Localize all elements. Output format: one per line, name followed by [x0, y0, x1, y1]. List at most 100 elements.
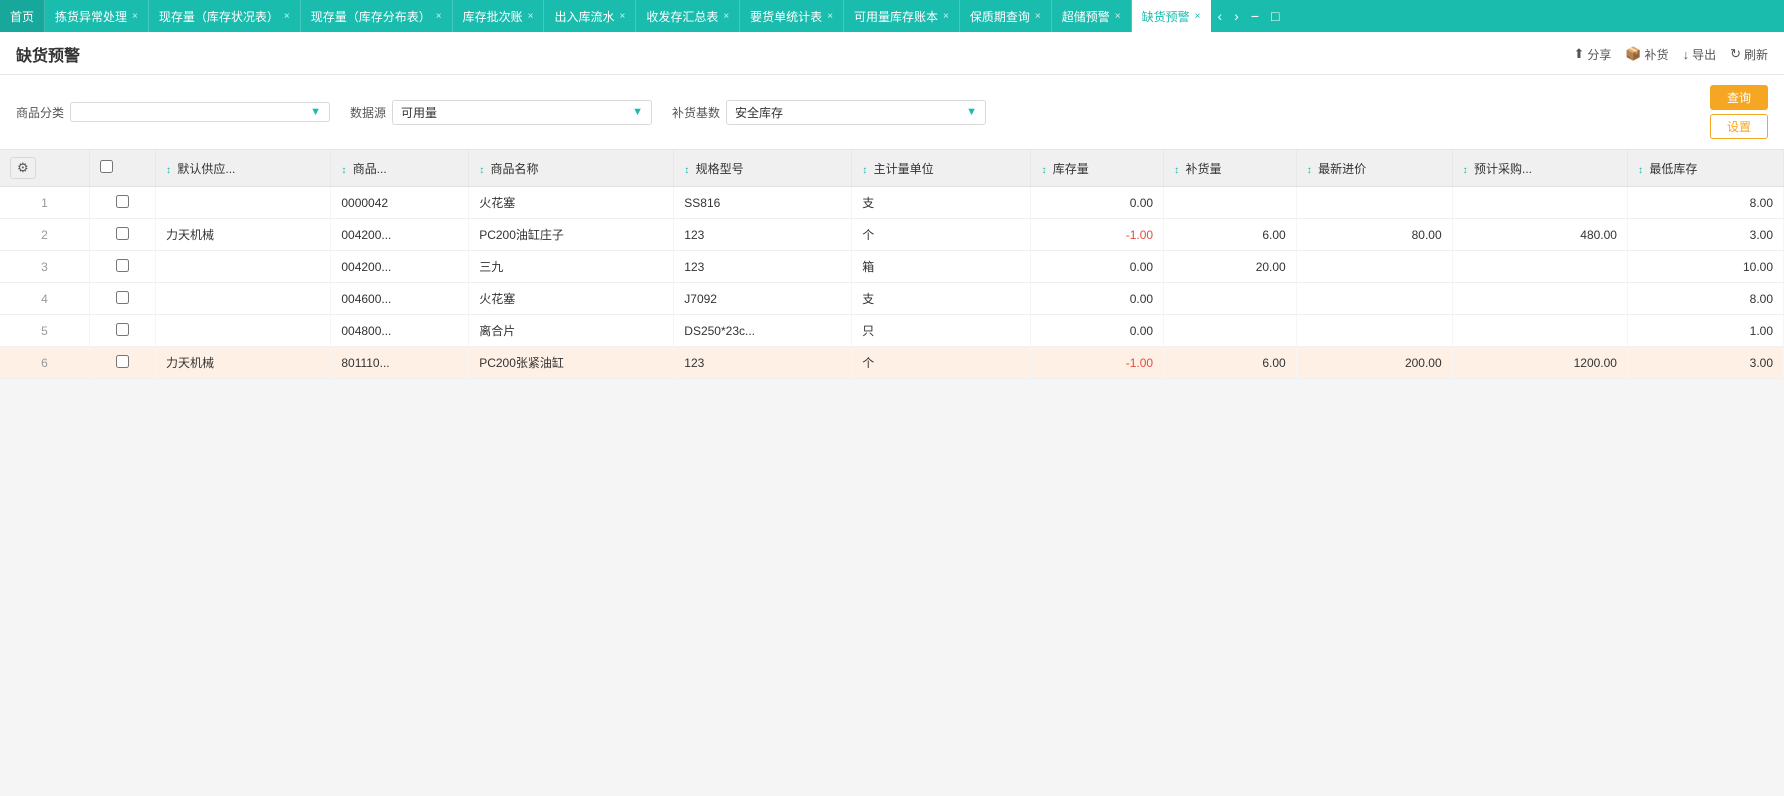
share-button[interactable]: ⬆ 分享 [1573, 46, 1611, 63]
tab-overstock[interactable]: 超储预警 × [1052, 0, 1132, 32]
export-button[interactable]: ↓ 导出 [1683, 46, 1717, 63]
row-checkbox-2[interactable] [90, 219, 156, 251]
tab-maximize-btn[interactable]: □ [1265, 0, 1285, 32]
tab-close-requisition[interactable]: × [827, 11, 833, 22]
sort-code-icon: ↕ [341, 165, 346, 176]
replenish-icon: 📦 [1625, 46, 1641, 62]
select-all-checkbox[interactable] [100, 160, 113, 173]
row-code-4: 004600... [331, 283, 469, 315]
row-name-4: 火花塞 [469, 283, 674, 315]
page-title: 缺货预警 [16, 42, 80, 66]
tab-close-picking[interactable]: × [132, 11, 138, 22]
tab-close-available[interactable]: × [943, 11, 949, 22]
row-supplier-5 [156, 315, 331, 347]
tab-next-btn[interactable]: › [1228, 0, 1245, 32]
tab-close-inventory-status[interactable]: × [284, 11, 290, 22]
row-min-stock-4: 8.00 [1627, 283, 1783, 315]
tab-close-overstock[interactable]: × [1115, 11, 1121, 22]
row-estimate-5 [1452, 315, 1627, 347]
col-estimate[interactable]: ↕ 预计采购... [1452, 150, 1627, 187]
refresh-icon: ↻ [1730, 46, 1741, 62]
col-name[interactable]: ↕ 商品名称 [469, 150, 674, 187]
tab-close-shortage[interactable]: × [1195, 11, 1201, 22]
category-select[interactable]: ▼ [70, 102, 330, 122]
replenish-button[interactable]: 📦 补货 [1625, 46, 1668, 63]
row-name-5: 离合片 [469, 315, 674, 347]
row-replenish-4 [1164, 283, 1297, 315]
tab-close-expiry[interactable]: × [1035, 11, 1041, 22]
col-unit[interactable]: ↕ 主计量单位 [852, 150, 1031, 187]
refresh-button[interactable]: ↻ 刷新 [1730, 46, 1768, 63]
row-stock-3: 0.00 [1031, 251, 1164, 283]
table-row: 3 004200... 三九 123 箱 0.00 20.00 10.00 [0, 251, 1784, 283]
row-code-2: 004200... [331, 219, 469, 251]
tab-batch[interactable]: 库存批次账 × [453, 0, 545, 32]
col-code[interactable]: ↕ 商品... [331, 150, 469, 187]
sort-supplier-icon: ↕ [166, 165, 171, 176]
header-actions: ⬆ 分享 📦 补货 ↓ 导出 ↻ 刷新 [1573, 46, 1768, 63]
filter-bar: 商品分类 ▼ 数据源 可用量 ▼ 补货基数 安全库存 ▼ 查询 设置 [0, 75, 1784, 150]
table-row: 5 004800... 离合片 DS250*23c... 只 0.00 1.00 [0, 315, 1784, 347]
tab-close-batch[interactable]: × [528, 11, 534, 22]
col-stock[interactable]: ↕ 库存量 [1031, 150, 1164, 187]
row-replenish-5 [1164, 315, 1297, 347]
row-name-6: PC200张紧油缸 [469, 347, 674, 379]
tab-inventory-dist[interactable]: 现存量（库存分布表） × [301, 0, 453, 32]
row-checkbox-4[interactable] [90, 283, 156, 315]
tab-minimize-btn[interactable]: − [1245, 0, 1265, 32]
col-supplier[interactable]: ↕ 默认供应... [156, 150, 331, 187]
row-spec-2: 123 [674, 219, 852, 251]
sort-name-icon: ↕ [479, 165, 484, 176]
gear-settings-button[interactable]: ⚙ [10, 157, 36, 179]
row-checkbox-6[interactable] [90, 347, 156, 379]
row-min-stock-1: 8.00 [1627, 187, 1783, 219]
col-price[interactable]: ↕ 最新进价 [1296, 150, 1452, 187]
row-spec-3: 123 [674, 251, 852, 283]
row-unit-4: 支 [852, 283, 1031, 315]
datasource-select[interactable]: 可用量 ▼ [392, 100, 652, 125]
row-checkbox-3[interactable] [90, 251, 156, 283]
replenish-base-select[interactable]: 安全库存 ▼ [726, 100, 986, 125]
row-code-3: 004200... [331, 251, 469, 283]
col-replenish[interactable]: ↕ 补货量 [1164, 150, 1297, 187]
row-price-2: 80.00 [1296, 219, 1452, 251]
tab-close-inventory-dist[interactable]: × [436, 11, 442, 22]
row-min-stock-2: 3.00 [1627, 219, 1783, 251]
tab-shortage[interactable]: 缺货预警 × [1132, 0, 1212, 32]
row-stock-1: 0.00 [1031, 187, 1164, 219]
row-price-4 [1296, 283, 1452, 315]
tab-prev-btn[interactable]: ‹ [1211, 0, 1228, 32]
tab-summary[interactable]: 收发存汇总表 × [636, 0, 740, 32]
row-checkbox-1[interactable] [90, 187, 156, 219]
table-row: 6 力天机械 801110... PC200张紧油缸 123 个 -1.00 6… [0, 347, 1784, 379]
query-button[interactable]: 查询 [1710, 85, 1768, 110]
table-container: ⚙ ↕ 默认供应... ↕ 商品... ↕ 商品名称 [0, 150, 1784, 379]
tab-expiry[interactable]: 保质期查询 × [960, 0, 1052, 32]
tab-close-flow[interactable]: × [619, 11, 625, 22]
row-checkbox-5[interactable] [90, 315, 156, 347]
settings-button[interactable]: 设置 [1710, 114, 1768, 139]
col-spec[interactable]: ↕ 规格型号 [674, 150, 852, 187]
row-price-5 [1296, 315, 1452, 347]
col-min-stock[interactable]: ↕ 最低库存 [1627, 150, 1783, 187]
row-price-6: 200.00 [1296, 347, 1452, 379]
row-stock-4: 0.00 [1031, 283, 1164, 315]
tab-home[interactable]: 首页 [0, 0, 45, 32]
sort-spec-icon: ↕ [684, 165, 689, 176]
tab-requisition[interactable]: 要货单统计表 × [740, 0, 844, 32]
col-gear: ⚙ [0, 150, 90, 187]
data-table: ⚙ ↕ 默认供应... ↕ 商品... ↕ 商品名称 [0, 150, 1784, 379]
row-spec-1: SS816 [674, 187, 852, 219]
tab-close-summary[interactable]: × [723, 11, 729, 22]
tab-available[interactable]: 可用量库存账本 × [844, 0, 960, 32]
row-num-2: 2 [0, 219, 90, 251]
datasource-label: 数据源 [350, 104, 386, 121]
sort-estimate-icon: ↕ [1463, 165, 1468, 176]
datasource-select-value: 可用量 [401, 104, 437, 121]
tab-flow[interactable]: 出入库流水 × [544, 0, 636, 32]
tab-picking[interactable]: 拣货异常处理 × [45, 0, 149, 32]
row-code-5: 004800... [331, 315, 469, 347]
tab-inventory-status[interactable]: 现存量（库存状况表） × [149, 0, 301, 32]
replenish-base-value: 安全库存 [735, 104, 783, 121]
row-estimate-2: 480.00 [1452, 219, 1627, 251]
